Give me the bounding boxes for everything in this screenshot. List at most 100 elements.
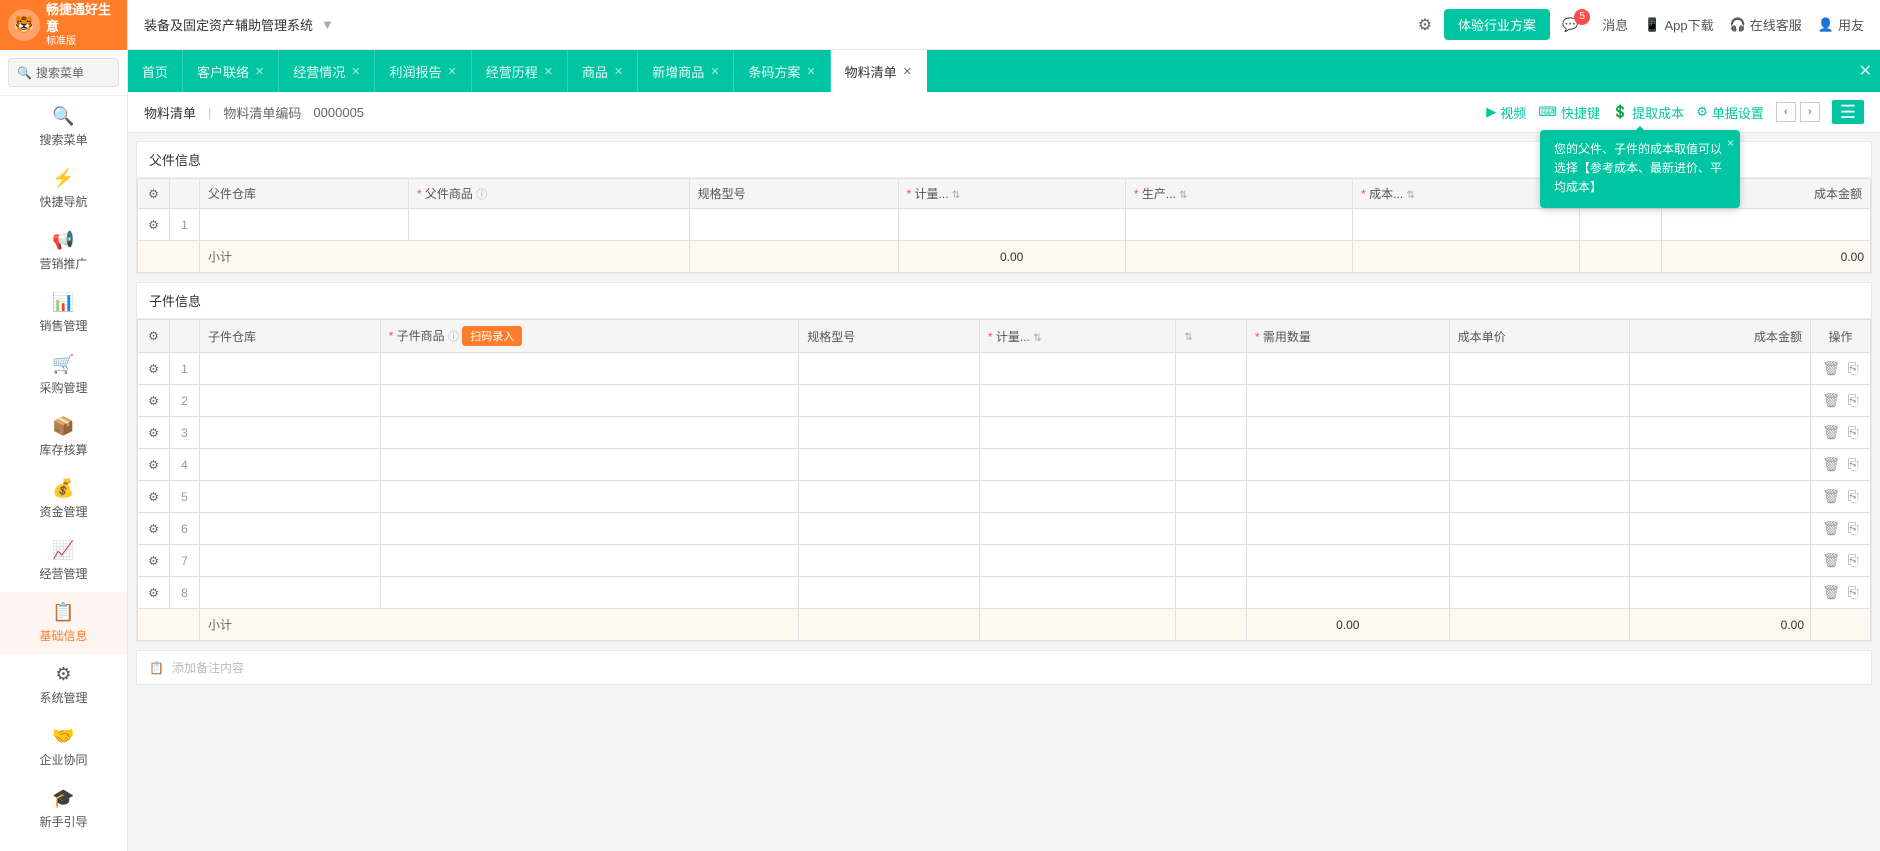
sidebar-item-基础信息[interactable]: 📋基础信息 [0,592,127,654]
child-row-extra-3[interactable] [1176,449,1247,481]
child-row-quantity-4[interactable] [1246,481,1449,513]
child-row-quantity-1[interactable] [1246,385,1449,417]
nav-tab-5[interactable]: 商品✕ [568,50,638,92]
child-row-cost-amount-0[interactable] [1630,353,1811,385]
child-row-unit-2[interactable] [979,417,1176,449]
prev-record-button[interactable]: ‹ [1776,102,1796,122]
child-row-unit-6[interactable] [979,545,1176,577]
shortcut-button[interactable]: ⌨ 快捷键 [1538,103,1600,122]
nav-tab-0[interactable]: 首页 [128,50,183,92]
child-row-unit-cost-0[interactable] [1449,353,1630,385]
note-placeholder[interactable]: 添加备注内容 [172,659,244,676]
child-row-product-0[interactable] [380,353,799,385]
child-row-unit-cost-2[interactable] [1449,417,1630,449]
child-row-quantity-5[interactable] [1246,513,1449,545]
scan-input-button[interactable]: 扫码录入 [462,326,522,346]
child-row-extra-0[interactable] [1176,353,1247,385]
child-row-quantity-6[interactable] [1246,545,1449,577]
tab-close-icon[interactable]: ✕ [255,65,264,78]
child-row-quantity-7[interactable] [1246,577,1449,609]
search-menu-button[interactable]: 🔍 搜索菜单 [8,58,119,87]
child-row-unit-3[interactable] [979,449,1176,481]
copy-row-icon[interactable]: ⎘ [1847,424,1858,440]
tab-close-icon[interactable]: ✕ [806,65,815,78]
nav-tab-7[interactable]: 条码方案✕ [734,50,830,92]
child-row-quantity-3[interactable] [1246,449,1449,481]
child-row-product-1[interactable] [380,385,799,417]
list-view-button[interactable]: ☰ [1832,100,1864,124]
sidebar-item-销售管理[interactable]: 📊销售管理 [0,282,127,344]
child-row-product-4[interactable] [380,481,799,513]
child-row-unit-4[interactable] [979,481,1176,513]
child-row-unit-cost-5[interactable] [1449,513,1630,545]
nav-tab-2[interactable]: 经营情况✕ [279,50,375,92]
child-row-extra-6[interactable] [1176,545,1247,577]
child-row-unit-5[interactable] [979,513,1176,545]
delete-row-icon[interactable]: 🗑 [1822,520,1840,536]
child-row-extra-1[interactable] [1176,385,1247,417]
child-row-spec-6[interactable] [799,545,980,577]
delete-row-icon[interactable]: 🗑 [1822,552,1840,568]
child-row-cost-amount-5[interactable] [1630,513,1811,545]
tab-close-icon[interactable]: ✕ [710,65,719,78]
child-row-unit-7[interactable] [979,577,1176,609]
nav-tab-1[interactable]: 客户联络✕ [183,50,279,92]
tab-close-icon[interactable]: ✕ [448,65,457,78]
delete-row-icon[interactable]: 🗑 [1822,392,1840,408]
child-row-product-5[interactable] [380,513,799,545]
tab-close-icon[interactable]: ✕ [614,65,623,78]
child-row-spec-3[interactable] [799,449,980,481]
sidebar-item-新手引导[interactable]: 🎓新手引导 [0,778,127,840]
tooltip-close-button[interactable]: × [1727,134,1734,153]
child-row-extra-5[interactable] [1176,513,1247,545]
copy-row-icon[interactable]: ⎘ [1847,584,1858,600]
parent-row-extra[interactable] [1580,209,1662,241]
nav-tab-6[interactable]: 新增商品✕ [638,50,734,92]
next-record-button[interactable]: › [1800,102,1820,122]
child-row-unit-1[interactable] [979,385,1176,417]
sidebar-search[interactable]: 🔍 搜索菜单 [0,50,127,96]
copy-row-icon[interactable]: ⎘ [1847,520,1858,536]
view-video-button[interactable]: ▶ 视频 [1486,103,1526,122]
child-row-product-3[interactable] [380,449,799,481]
copy-row-icon[interactable]: ⎘ [1847,392,1858,408]
child-row-cost-amount-3[interactable] [1630,449,1811,481]
child-row-warehouse-6[interactable] [200,545,381,577]
nav-tab-4[interactable]: 经营历程✕ [472,50,568,92]
child-row-cost-amount-6[interactable] [1630,545,1811,577]
child-row-warehouse-4[interactable] [200,481,381,513]
child-row-cost-amount-7[interactable] [1630,577,1811,609]
user-item[interactable]: 👤 用友 [1818,15,1864,34]
child-row-spec-1[interactable] [799,385,980,417]
child-row-extra-7[interactable] [1176,577,1247,609]
child-row-product-2[interactable] [380,417,799,449]
parent-row-production[interactable] [1125,209,1352,241]
app-download-item[interactable]: 📱 App下载 [1644,15,1713,34]
child-row-warehouse-2[interactable] [200,417,381,449]
sidebar-item-资金管理[interactable]: 💰资金管理 [0,468,127,530]
extract-cost-button[interactable]: 💲 提取成本 [1612,103,1684,122]
child-row-unit-0[interactable] [979,353,1176,385]
delete-row-icon[interactable]: 🗑 [1822,488,1840,504]
child-row-quantity-2[interactable] [1246,417,1449,449]
system-dropdown-icon[interactable]: ▼ [321,17,334,32]
child-row-cost-amount-1[interactable] [1630,385,1811,417]
tab-close-icon[interactable]: ✕ [544,65,553,78]
child-row-unit-cost-4[interactable] [1449,481,1630,513]
child-row-warehouse-3[interactable] [200,449,381,481]
child-row-spec-5[interactable] [799,513,980,545]
parent-row-spec[interactable] [689,209,898,241]
child-row-unit-cost-7[interactable] [1449,577,1630,609]
close-all-tabs-button[interactable]: ✕ [1851,61,1880,81]
delete-row-icon[interactable]: 🗑 [1822,360,1840,376]
message-item[interactable]: 💬 5 消息 [1562,15,1628,34]
sidebar-item-企业协同[interactable]: 🤝企业协同 [0,716,127,778]
delete-row-icon[interactable]: 🗑 [1822,456,1840,472]
child-row-extra-2[interactable] [1176,417,1247,449]
child-row-cost-amount-4[interactable] [1630,481,1811,513]
child-row-spec-7[interactable] [799,577,980,609]
experience-button[interactable]: 体验行业方案 [1444,9,1550,40]
child-row-unit-cost-6[interactable] [1449,545,1630,577]
child-row-spec-2[interactable] [799,417,980,449]
settings-gear-icon[interactable]: ⚙ [1418,15,1432,35]
